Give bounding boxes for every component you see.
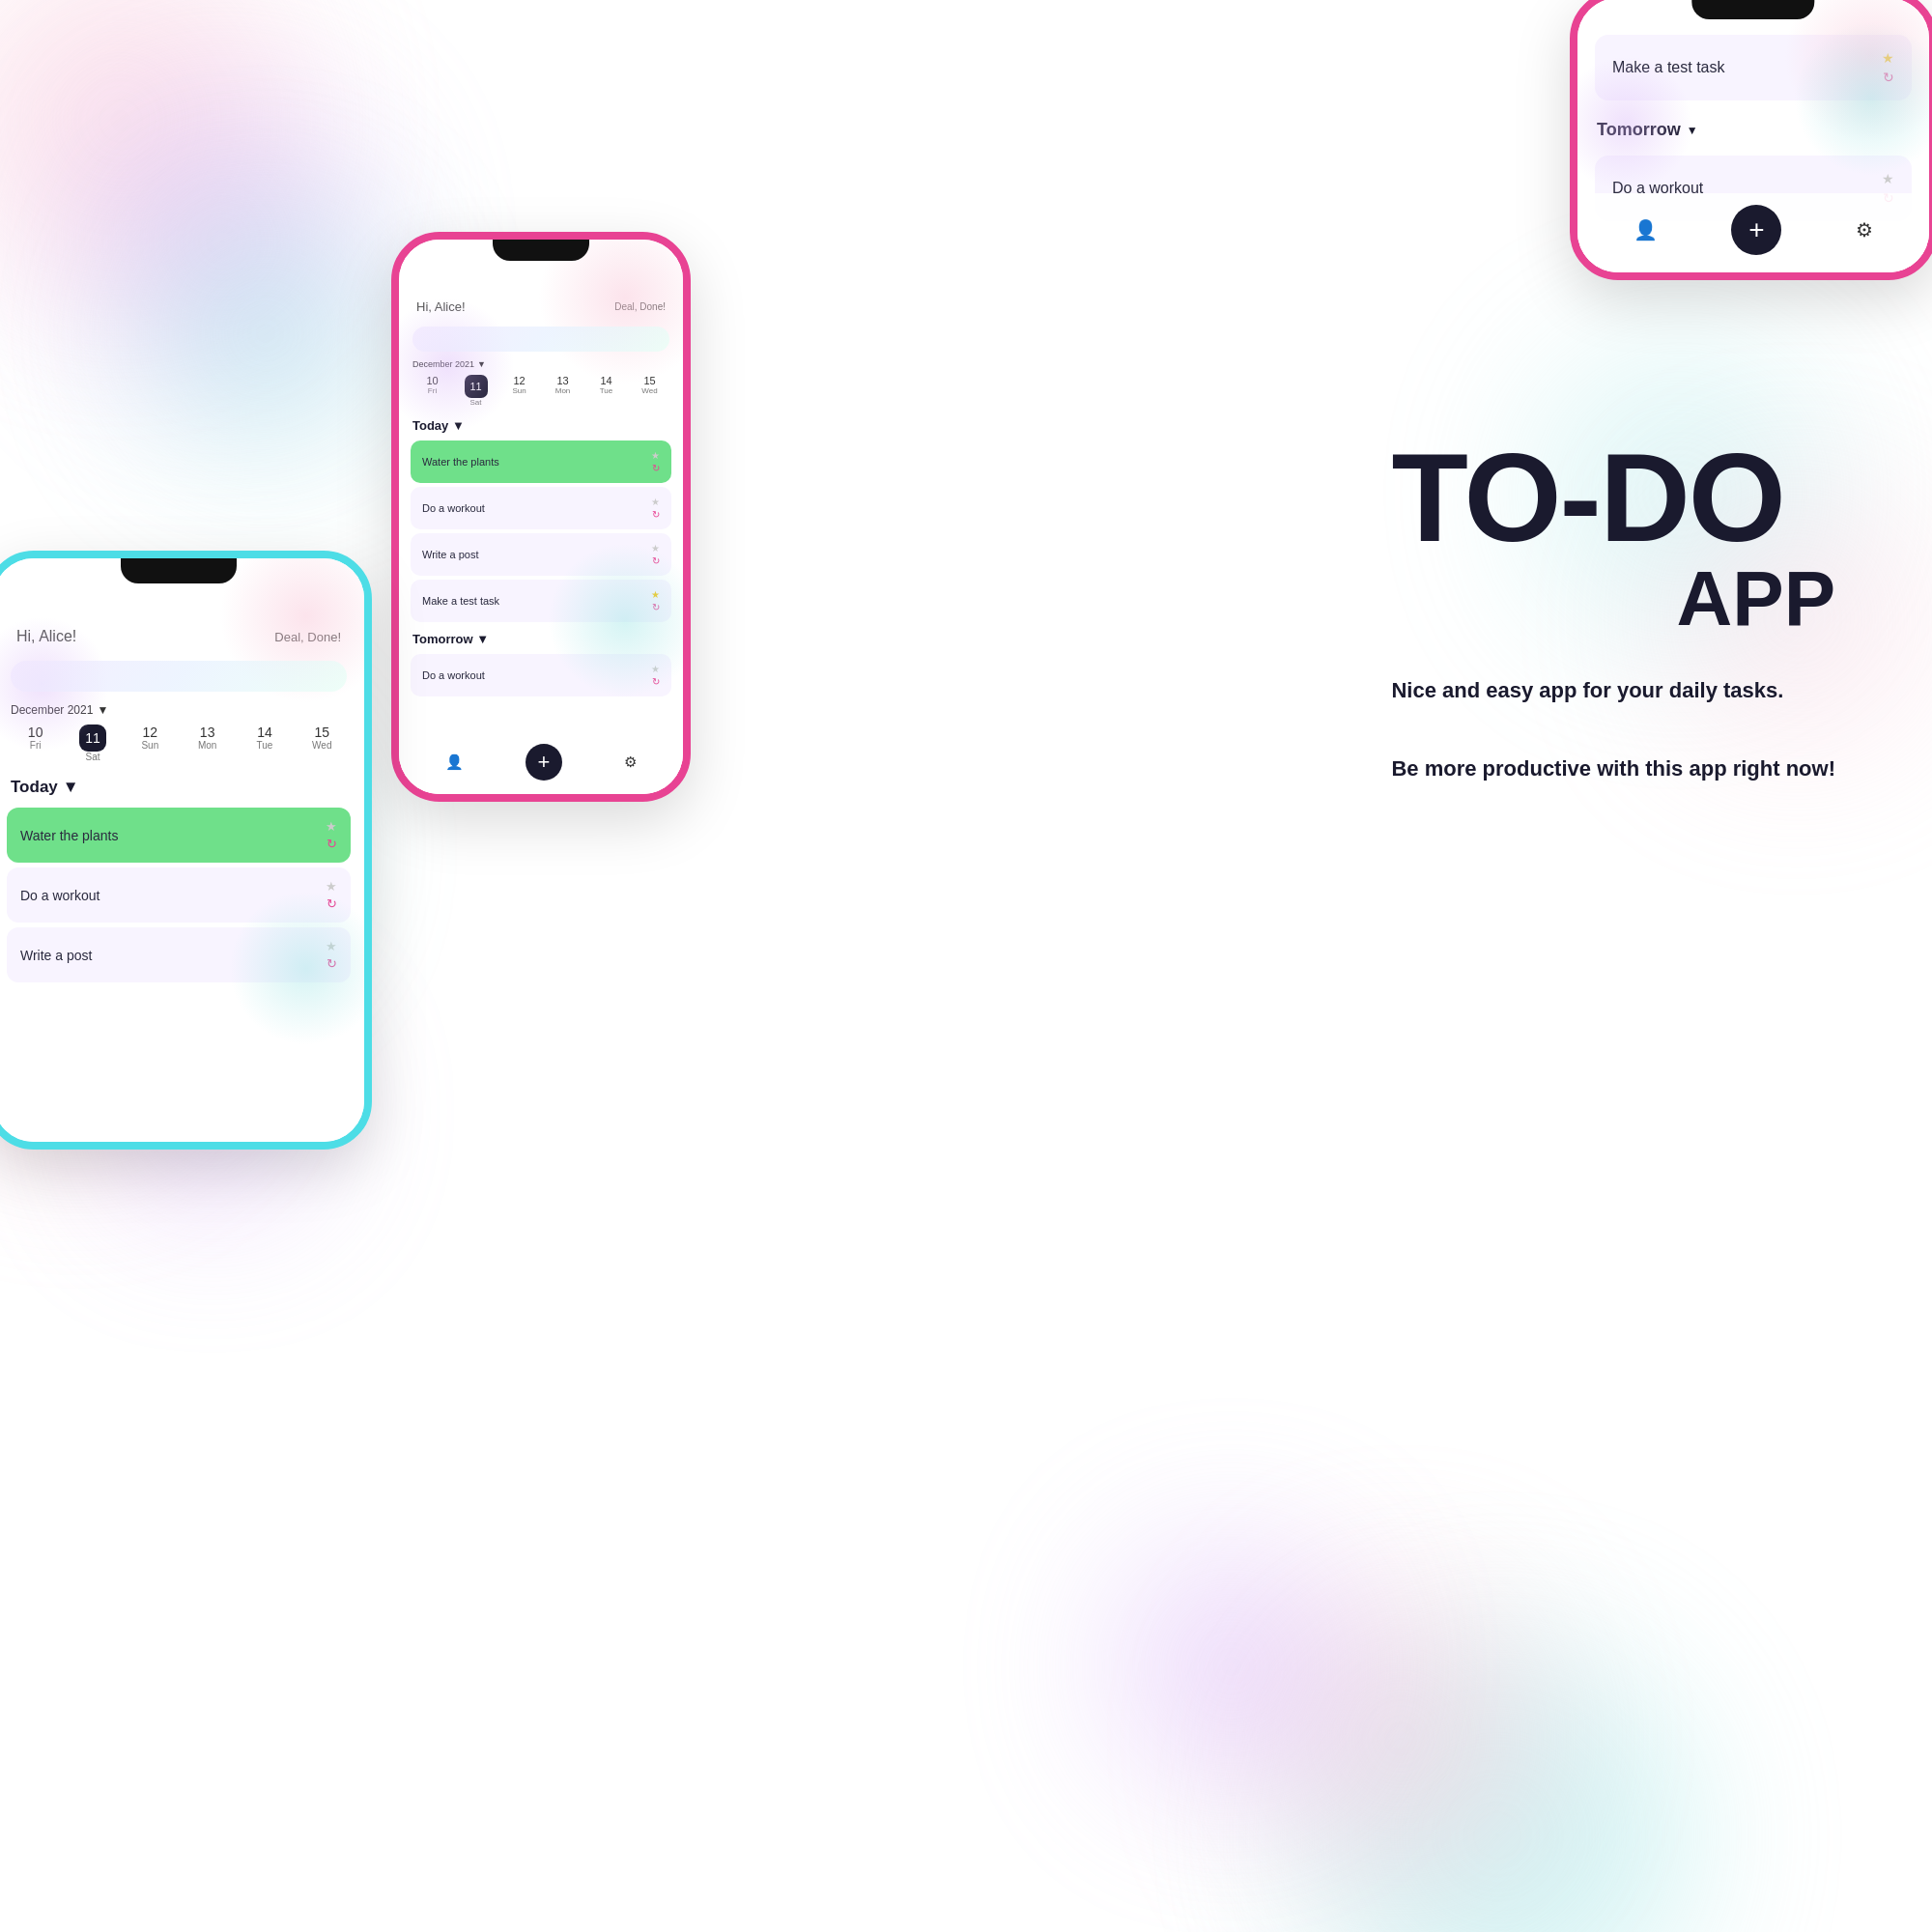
left-cal-day-4[interactable]: 14 Tue: [248, 724, 281, 762]
brand-todo-text: TO-DO: [1391, 435, 1835, 560]
center-bottom-nav: 👤 + ⚙: [399, 736, 683, 794]
left-today-label: Today: [11, 778, 58, 797]
notch-top-right: [1691, 0, 1814, 19]
center-settings-icon[interactable]: ⚙: [624, 753, 637, 771]
center-refresh-workout: ↻: [652, 509, 660, 520]
phone-center: Hi, Alice! Deal, Done! December 2021 ▼ 1…: [391, 232, 691, 802]
bg-blob-pink-br: [1256, 1594, 1546, 1884]
left-cal-day-5[interactable]: 15 Wed: [305, 724, 338, 762]
center-task-icons-water: ★ ↻: [651, 450, 660, 473]
center-task-workout[interactable]: Do a workout ★ ↻: [411, 487, 671, 529]
bg-blob-purple-br: [1111, 1546, 1352, 1787]
brand-app-text: APP: [1391, 560, 1835, 638]
center-cal-name-3: Mon: [555, 386, 571, 395]
tr-bottom-nav: 👤 + ⚙: [1577, 193, 1929, 272]
left-cal-name-4: Tue: [257, 740, 273, 751]
bg-blob-teal-br: [1304, 1642, 1690, 1932]
brand-description-2: Be more productive with this app right n…: [1391, 754, 1835, 784]
screen-blob-2: [1577, 56, 1693, 191]
center-star-workout: ★: [651, 497, 660, 507]
center-task-tomorrow-name: Do a workout: [422, 669, 485, 681]
center-cal-name-5: Wed: [641, 386, 657, 395]
left-refresh-water: ↻: [327, 837, 337, 851]
tr-add-icon: +: [1748, 214, 1764, 245]
center-add-icon: +: [538, 750, 551, 775]
screen-blob-3: [1794, 21, 1929, 176]
left-cal-name-5: Wed: [312, 740, 331, 751]
center-task-icons-workout: ★ ↻: [651, 497, 660, 520]
left-task-name-water: Water the plants: [20, 828, 118, 843]
center-star-water: ★: [651, 450, 660, 461]
center-task-name-post: Write a post: [422, 549, 479, 560]
screen-top-right: Make a test task ★ ↻ Tomorrow ▼ Do a wor…: [1577, 0, 1929, 272]
screen-c-blob-2: [399, 298, 515, 433]
screen-c-blob-3: [548, 543, 683, 697]
center-task-name-test: Make a test task: [422, 595, 499, 607]
screen-l-blob-3: [229, 891, 364, 1045]
center-task-name-water: Water the plants: [422, 456, 499, 468]
left-cal-day-3[interactable]: 13 Mon: [191, 724, 224, 762]
left-cal-name-1: Sat: [85, 752, 99, 762]
bg-blob-pink-tl: [0, 0, 290, 290]
left-cal-day-2[interactable]: 12 Sun: [133, 724, 166, 762]
left-cal-num-2: 12: [143, 724, 158, 740]
tr-person-icon[interactable]: 👤: [1634, 218, 1658, 242]
tr-settings-icon[interactable]: ⚙: [1856, 218, 1873, 242]
center-task-water[interactable]: Water the plants ★ ↻: [411, 440, 671, 483]
center-person-icon[interactable]: 👤: [445, 753, 464, 771]
screen-left: Hi, Alice! Deal, Done! December 2021 ▼ 1…: [0, 558, 364, 1142]
left-search-bar[interactable]: [11, 661, 347, 692]
left-cal-num-5: 15: [315, 724, 330, 740]
left-today-header: Today ▼: [0, 770, 364, 803]
left-star-water: ★: [326, 819, 337, 834]
center-cal-num-2: 12: [513, 375, 525, 386]
center-search-bar[interactable]: [412, 327, 669, 352]
center-task-name-workout: Do a workout: [422, 502, 485, 514]
screen-c-blob-1: [538, 240, 683, 384]
left-today-arrow: ▼: [63, 778, 79, 797]
left-task-icons-water: ★ ↻: [326, 819, 337, 851]
left-task-name-post: Write a post: [20, 948, 92, 963]
center-add-button[interactable]: +: [526, 744, 562, 781]
screen-center: Hi, Alice! Deal, Done! December 2021 ▼ 1…: [399, 240, 683, 794]
bg-blob-purple-tl: [77, 97, 367, 386]
brand-section: TO-DO APP Nice and easy app for your dai…: [1391, 435, 1835, 784]
left-cal-name-3: Mon: [198, 740, 216, 751]
tr-add-button[interactable]: +: [1731, 205, 1781, 255]
notch-left: [121, 558, 237, 583]
left-cal-name-2: Sun: [141, 740, 158, 751]
notch-center: [493, 240, 589, 261]
center-cal-name-4: Tue: [600, 386, 613, 395]
left-task-water[interactable]: Water the plants ★ ↻: [7, 808, 351, 863]
bg-blob-teal-tl: [145, 213, 386, 454]
center-refresh-water: ↻: [652, 463, 660, 473]
phone-top-right: Make a test task ★ ↻ Tomorrow ▼ Do a wor…: [1570, 0, 1932, 280]
center-tomorrow-label: Tomorrow: [412, 632, 473, 646]
left-task-name-workout: Do a workout: [20, 888, 99, 903]
left-cal-num-3: 13: [200, 724, 215, 740]
phone-left: Hi, Alice! Deal, Done! December 2021 ▼ 1…: [0, 551, 372, 1150]
brand-description-1: Nice and easy app for your daily tasks.: [1391, 676, 1835, 706]
left-cal-num-4: 14: [257, 724, 272, 740]
